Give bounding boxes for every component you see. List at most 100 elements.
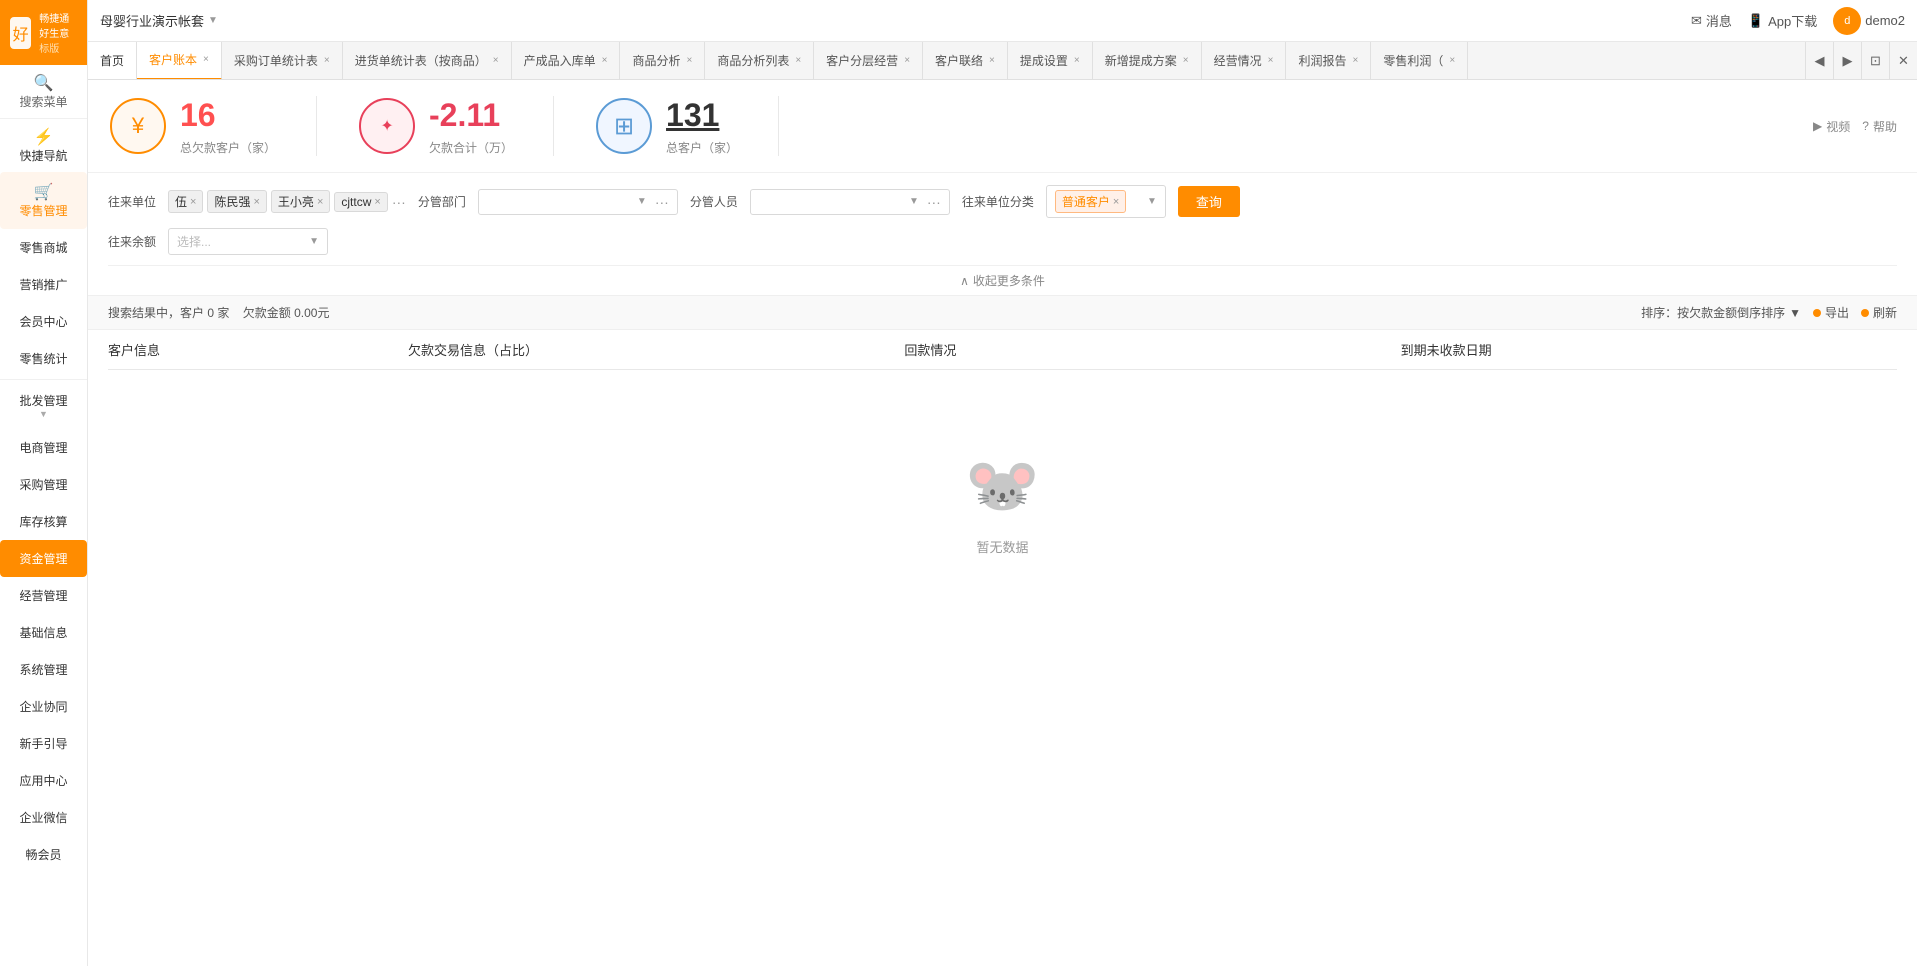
user-profile-btn[interactable]: d demo2 [1833,7,1905,35]
account-selector[interactable]: 母婴行业演示帐套 ▼ [100,11,218,30]
tab-close-operation-status[interactable]: × [1268,55,1274,66]
tabs-close-all-btn[interactable]: ✕ [1889,42,1917,80]
refresh-action[interactable]: 刷新 [1861,304,1897,321]
debt-icon: ✦ [359,98,415,154]
sidebar-item-quick-nav[interactable]: ⚡ 快捷导航 [0,119,87,172]
topbar: 母婴行业演示帐套 ▼ ✉ 消息 📱 App下载 d demo2 [88,0,1917,42]
tab-close-raise-settings[interactable]: × [1074,55,1080,66]
sidebar-item-new-guide[interactable]: 新手引导 [0,725,87,762]
filter-tag-cjttcw: cjttcw × [334,192,387,212]
tab-close-purchase-stats[interactable]: × [493,55,499,66]
filter-row-1: 往来单位 伍 × 陈民强 × 王小亮 × cjttcw [108,185,1897,218]
sidebar-item-wholesale-mgmt[interactable]: 批发管理 ▼ [0,382,87,429]
tab-profit-report[interactable]: 利润报告 × [1286,42,1371,80]
tab-operation-status[interactable]: 经营情况 × [1202,42,1287,80]
tab-customer-segment[interactable]: 客户分层经营 × [814,42,923,80]
tab-close-product-analysis-list[interactable]: × [795,55,801,66]
tab-product-analysis-list[interactable]: 商品分析列表 × [705,42,814,80]
video-btn[interactable]: ▶ 视频 [1813,118,1850,135]
collapse-btn[interactable]: ∧ 收起更多条件 [960,272,1045,289]
sidebar-item-basic-info[interactable]: 基础信息 [0,614,87,651]
sidebar-item-inventory-check[interactable]: 库存核算 [0,503,87,540]
filter-row-2: 往来余额 选择... ▼ [108,228,1897,255]
tabs-expand-btn[interactable]: ⊡ [1861,42,1889,80]
filter-more-tags[interactable]: ··· [392,194,406,210]
sidebar-item-member-center[interactable]: 会员中心 [0,303,87,340]
tabs-next-btn[interactable]: ▶ [1833,42,1861,80]
filter-dept-select[interactable]: ▼ ··· [478,189,678,215]
debt-value: -2.11 [429,96,513,134]
tab-close-new-raise-plan[interactable]: × [1183,55,1189,66]
tab-raise-settings[interactable]: 提成设置 × [1008,42,1093,80]
tab-product-inbound[interactable]: 产成品入库单 × [512,42,621,80]
sidebar-item-ecommerce-mgmt[interactable]: 电商管理 [0,429,87,466]
export-action[interactable]: 导出 [1813,304,1849,321]
sidebar-item-system-mgmt[interactable]: 系统管理 [0,651,87,688]
customers-icon: ¥ [110,98,166,154]
tab-close-customer-segment[interactable]: × [904,55,910,66]
person-select-arrow: ▼ [909,196,919,207]
refresh-dot-icon [1861,309,1869,317]
tab-customer-book[interactable]: 客户账本 × [137,42,222,80]
empty-icon: 🐭 [965,450,1040,521]
logo-text: 畅捷通好生意 标版 [39,10,79,55]
sidebar-item-purchase-mgmt[interactable]: 采购管理 [0,466,87,503]
unit-type-arrow: ▼ [1147,196,1157,207]
tab-home[interactable]: 首页 [88,42,137,80]
filter-unit-type-select[interactable]: 普通客户 × ▼ [1046,185,1166,218]
sort-action[interactable]: 排序：按欠款金额倒序排序 ▼ [1641,304,1801,321]
filter-tag-wu-close[interactable]: × [190,196,196,208]
divider-1 [0,379,87,380]
query-button[interactable]: 查询 [1178,186,1240,217]
tab-close-customer-book[interactable]: × [203,54,209,65]
stat-icon-clients: ⊞ [594,96,654,156]
tab-retail-profit[interactable]: 零售利润（ × [1371,42,1468,80]
help-btn[interactable]: ? 帮助 [1862,118,1897,135]
tabs-prev-btn[interactable]: ◀ [1805,42,1833,80]
sidebar-item-search-menu[interactable]: 🔍 搜索菜单 [0,65,87,119]
dept-select-more[interactable]: ··· [655,194,669,210]
sidebar-item-retail-mgmt[interactable]: 🛒 零售管理 [0,172,87,229]
tab-close-retail-profit[interactable]: × [1449,55,1455,66]
filter-tag-wang: 王小亮 × [271,190,330,213]
app-download-btn[interactable]: 📱 App下载 [1748,11,1817,30]
sidebar-item-ops-mgmt[interactable]: 经营管理 [0,577,87,614]
logo[interactable]: 好 畅捷通好生意 标版 [0,0,87,65]
empty-state: 🐭 暂无数据 [108,370,1897,636]
tab-close-product-analysis[interactable]: × [686,55,692,66]
person-select-more[interactable]: ··· [927,194,941,210]
filter-balance-select[interactable]: 选择... ▼ [168,228,328,255]
table-container: 客户信息 欠款交易信息（占比） 回款情况 到期未收款日期 🐭 暂无数据 [88,330,1917,636]
filter-person-select[interactable]: ▼ ··· [750,189,950,215]
sidebar-item-retail-mall[interactable]: 零售商城 [0,229,87,266]
tab-customer-contact[interactable]: 客户联络 × [923,42,1008,80]
tab-close-purchase-order[interactable]: × [324,55,330,66]
filter-tag-cjttcw-close[interactable]: × [374,196,380,208]
sidebar-item-fund-mgmt[interactable]: 资金管理 [0,540,87,577]
sidebar-item-retail-stats[interactable]: 零售统计 [0,340,87,377]
tab-purchase-stats[interactable]: 进货单统计表（按商品） × [343,42,512,80]
filter-label-balance: 往来余额 [108,233,156,250]
sidebar-item-vip-member[interactable]: 畅会员 [0,836,87,873]
tab-new-raise-plan[interactable]: 新增提成方案 × [1093,42,1202,80]
filter-tag-wu: 伍 × [168,190,203,213]
sidebar-item-app-center[interactable]: 应用中心 [0,762,87,799]
tab-close-profit-report[interactable]: × [1352,55,1358,66]
stat-text-clients: 131 总客户（家） [666,96,738,155]
table-col-overdue: 到期未收款日期 [1401,340,1897,359]
messages-btn[interactable]: ✉ 消息 [1691,11,1732,30]
tab-purchase-order[interactable]: 采购订单统计表 × [222,42,343,80]
filter-tag-wang-close[interactable]: × [317,196,323,208]
filter-unit-type-close[interactable]: × [1113,196,1119,208]
stat-text-customers: 16 总欠款客户（家） [180,96,276,155]
sidebar-item-enterprise-agreement[interactable]: 企业协同 [0,688,87,725]
tab-close-customer-contact[interactable]: × [989,55,995,66]
filter-tag-chen-close[interactable]: × [253,196,259,208]
sidebar-item-enterprise-wechat[interactable]: 企业微信 [0,799,87,836]
customers-label: 总欠款客户（家） [180,139,276,156]
message-icon: ✉ [1691,13,1702,29]
tab-close-product-inbound[interactable]: × [602,55,608,66]
tabs-bar: 首页 客户账本 × 采购订单统计表 × 进货单统计表（按商品） × 产成品入库单… [88,42,1917,80]
sidebar-item-marketing[interactable]: 营销推广 [0,266,87,303]
tab-product-analysis[interactable]: 商品分析 × [620,42,705,80]
